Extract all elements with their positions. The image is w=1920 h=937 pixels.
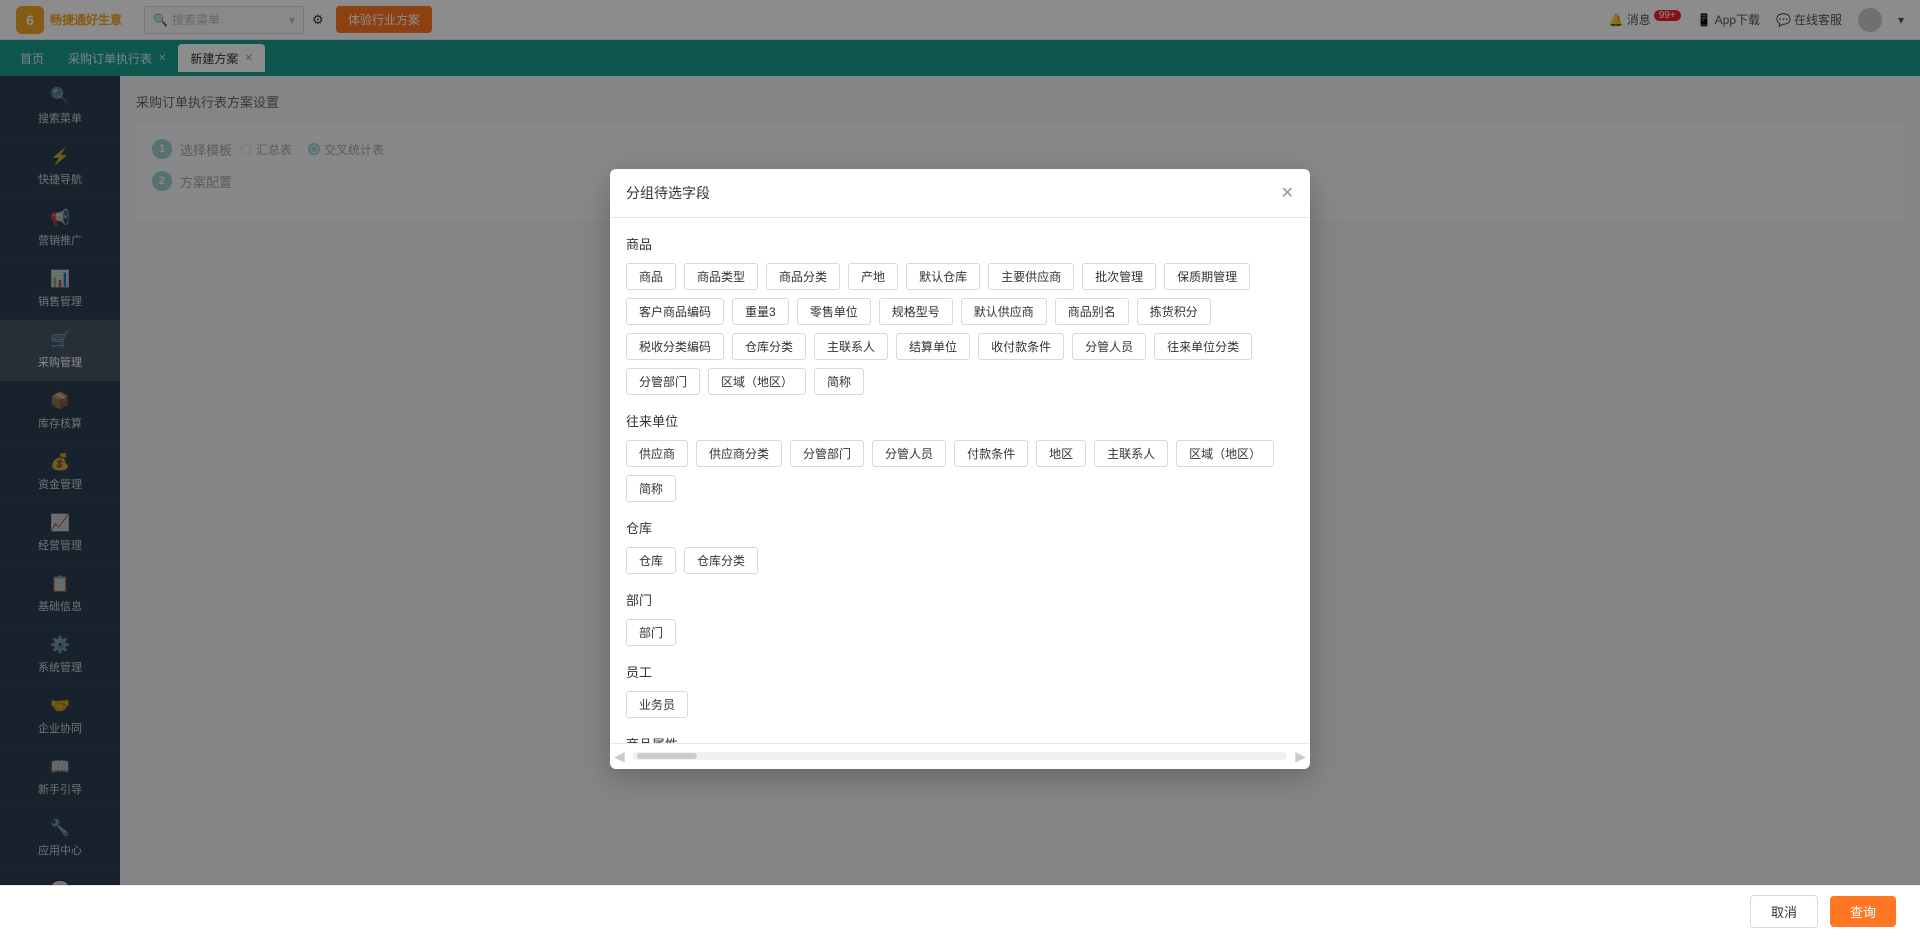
section-partner-title: 往来单位 xyxy=(626,411,1294,430)
field-warehouse[interactable]: 仓库 xyxy=(626,547,676,574)
field-main-contact-partner[interactable]: 主联系人 xyxy=(1094,440,1168,467)
modal-close-btn[interactable]: ✕ xyxy=(1281,183,1294,203)
section-goods: 商品 商品 商品类型 商品分类 产地 默认仓库 主要供应商 批次管理 保质期管理… xyxy=(626,234,1294,395)
warehouse-fields: 仓库 仓库分类 xyxy=(626,547,1294,574)
partner-fields: 供应商 供应商分类 分管部门 分管人员 付款条件 地区 主联系人 区域（地区） … xyxy=(626,440,1294,502)
field-main-supplier[interactable]: 主要供应商 xyxy=(988,263,1074,290)
section-dept-title: 部门 xyxy=(626,590,1294,609)
field-region-partner[interactable]: 区域（地区） xyxy=(1176,440,1274,467)
scroll-right-icon[interactable]: ▶ xyxy=(1295,748,1310,765)
modal-title: 分组待选字段 xyxy=(626,183,710,203)
section-goods-attr: 商品属性 属性 颜色 多规格 尺码 鞋码 1 xyxy=(626,734,1294,743)
field-spec-model[interactable]: 规格型号 xyxy=(879,298,953,325)
modal-overlay: 分组待选字段 ✕ 商品 商品 商品类型 商品分类 产地 默认仓库 主要供应商 批… xyxy=(0,0,1920,937)
field-area[interactable]: 地区 xyxy=(1036,440,1086,467)
field-short-name-partner[interactable]: 简称 xyxy=(626,475,676,502)
field-partner-category[interactable]: 往来单位分类 xyxy=(1154,333,1252,360)
field-origin[interactable]: 产地 xyxy=(848,263,898,290)
field-person-partner[interactable]: 分管人员 xyxy=(872,440,946,467)
field-dept-partner[interactable]: 分管部门 xyxy=(790,440,864,467)
field-salesperson[interactable]: 业务员 xyxy=(626,691,688,718)
section-dept: 部门 部门 xyxy=(626,590,1294,646)
modal-header: 分组待选字段 ✕ xyxy=(610,169,1310,218)
section-warehouse: 仓库 仓库 仓库分类 xyxy=(626,518,1294,574)
field-manager[interactable]: 分管人员 xyxy=(1072,333,1146,360)
field-dept[interactable]: 部门 xyxy=(626,619,676,646)
field-main-contact[interactable]: 主联系人 xyxy=(814,333,888,360)
field-payment-terms[interactable]: 收付款条件 xyxy=(978,333,1064,360)
field-short-name[interactable]: 简称 xyxy=(814,368,864,395)
field-default-warehouse[interactable]: 默认仓库 xyxy=(906,263,980,290)
field-settlement-unit[interactable]: 结算单位 xyxy=(896,333,970,360)
field-manage-dept[interactable]: 分管部门 xyxy=(626,368,700,395)
section-goods-attr-title: 商品属性 xyxy=(626,734,1294,743)
modal: 分组待选字段 ✕ 商品 商品 商品类型 商品分类 产地 默认仓库 主要供应商 批… xyxy=(610,169,1310,769)
field-retail-unit[interactable]: 零售单位 xyxy=(797,298,871,325)
section-warehouse-title: 仓库 xyxy=(626,518,1294,537)
dept-fields: 部门 xyxy=(626,619,1294,646)
field-region-goods[interactable]: 区域（地区） xyxy=(708,368,806,395)
field-payment-condition[interactable]: 付款条件 xyxy=(954,440,1028,467)
field-default-supplier[interactable]: 默认供应商 xyxy=(961,298,1047,325)
modal-body: 商品 商品 商品类型 商品分类 产地 默认仓库 主要供应商 批次管理 保质期管理… xyxy=(610,218,1310,743)
field-warehouse-category[interactable]: 仓库分类 xyxy=(732,333,806,360)
cancel-button[interactable]: 取消 xyxy=(1750,895,1818,928)
hscroll-bar xyxy=(633,752,1287,760)
modal-hscroll[interactable]: ◀ ▶ xyxy=(610,743,1310,769)
section-employee: 员工 业务员 xyxy=(626,662,1294,718)
bottom-bar: 取消 查询 xyxy=(0,885,1920,937)
employee-fields: 业务员 xyxy=(626,691,1294,718)
field-goods-type[interactable]: 商品类型 xyxy=(684,263,758,290)
section-partner: 往来单位 供应商 供应商分类 分管部门 分管人员 付款条件 地区 主联系人 区域… xyxy=(626,411,1294,502)
confirm-button[interactable]: 查询 xyxy=(1830,896,1896,927)
field-supplier-category[interactable]: 供应商分类 xyxy=(696,440,782,467)
field-pick-points[interactable]: 拣货积分 xyxy=(1137,298,1211,325)
field-goods[interactable]: 商品 xyxy=(626,263,676,290)
field-shelf-life[interactable]: 保质期管理 xyxy=(1164,263,1250,290)
hscroll-thumb xyxy=(637,753,697,759)
field-goods-alias[interactable]: 商品别名 xyxy=(1055,298,1129,325)
scroll-left-icon[interactable]: ◀ xyxy=(610,748,625,765)
goods-fields: 商品 商品类型 商品分类 产地 默认仓库 主要供应商 批次管理 保质期管理 客户… xyxy=(626,263,1294,395)
section-goods-title: 商品 xyxy=(626,234,1294,253)
field-warehouse-cat[interactable]: 仓库分类 xyxy=(684,547,758,574)
field-batch-mgmt[interactable]: 批次管理 xyxy=(1082,263,1156,290)
field-tax-code[interactable]: 税收分类编码 xyxy=(626,333,724,360)
field-customer-code[interactable]: 客户商品编码 xyxy=(626,298,724,325)
field-weight[interactable]: 重量3 xyxy=(732,298,789,325)
field-goods-category[interactable]: 商品分类 xyxy=(766,263,840,290)
field-supplier[interactable]: 供应商 xyxy=(626,440,688,467)
section-employee-title: 员工 xyxy=(626,662,1294,681)
